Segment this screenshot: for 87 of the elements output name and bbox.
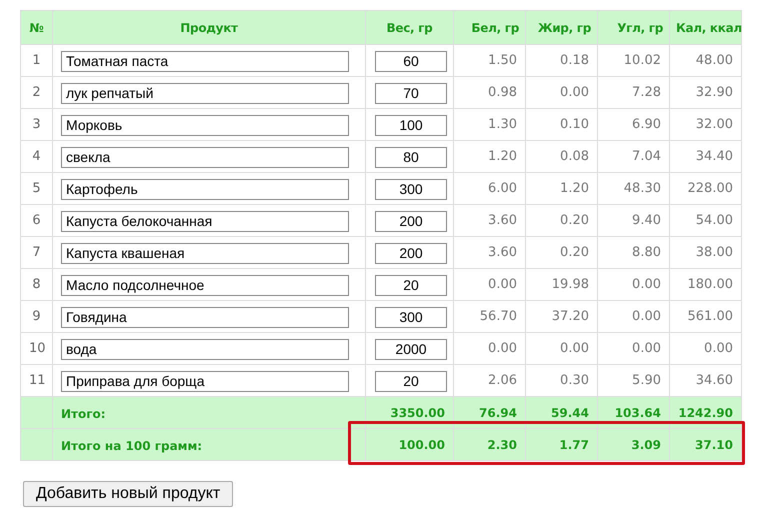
row-number: 4	[20, 140, 52, 172]
product-name-field[interactable]: лук репчатый	[61, 82, 349, 104]
table-cell: 7.28	[598, 76, 670, 108]
product-name-field[interactable]: Масло подсолнечное	[61, 274, 349, 296]
table-cell: 0.20	[526, 236, 598, 268]
column-header: №	[20, 10, 52, 44]
table-cell: 0.00	[454, 332, 526, 364]
add-product-button[interactable]: Добавить новый продукт	[23, 481, 234, 507]
total-cell: 3.09	[598, 428, 670, 460]
table-cell: 32.00	[670, 108, 742, 140]
table-cell: 6.00	[454, 172, 526, 204]
row-number: 2	[20, 76, 52, 108]
table-cell: 0.00	[526, 332, 598, 364]
table-cell: 0.10	[526, 108, 598, 140]
weight-field[interactable]: 300	[375, 178, 447, 200]
total-label: Итого на 100 грамм:	[61, 438, 202, 452]
product-name-field[interactable]: Приправа для борща	[61, 370, 349, 392]
product-name-field[interactable]: Капуста белокочанная	[61, 210, 349, 232]
weight-field[interactable]: 300	[375, 306, 447, 328]
table-cell: 228.00	[670, 172, 742, 204]
table-cell: 1.20	[454, 140, 526, 172]
table-cell: 38.00	[670, 236, 742, 268]
table-cell: 48.30	[598, 172, 670, 204]
total-label: Итого:	[61, 406, 106, 420]
column-header: Угл, гр	[598, 10, 670, 44]
table-cell: 7.04	[598, 140, 670, 172]
total-cell: 100.00	[366, 428, 454, 460]
weight-field[interactable]: 2000	[375, 338, 447, 360]
row-number: 1	[20, 44, 52, 76]
column-header: Вес, гр	[366, 10, 454, 44]
table-cell: 8.80	[598, 236, 670, 268]
table-cell: 180.00	[670, 268, 742, 300]
column-header: Продукт	[52, 10, 366, 44]
table-cell: 0.00	[670, 332, 742, 364]
product-name-field[interactable]: вода	[61, 338, 349, 360]
row-number: 5	[20, 172, 52, 204]
table-cell: 56.70	[454, 300, 526, 332]
weight-field[interactable]: 70	[375, 82, 447, 104]
weight-field[interactable]: 20	[375, 370, 447, 392]
row-number: 8	[20, 268, 52, 300]
total-cell: 2.30	[454, 428, 526, 460]
row-number: 9	[20, 300, 52, 332]
table-cell: 0.18	[526, 44, 598, 76]
table-cell: 0.00	[598, 332, 670, 364]
table-cell: 0.20	[526, 204, 598, 236]
row-number: 3	[20, 108, 52, 140]
table-cell: 3.60	[454, 204, 526, 236]
column-header: Кал, ккал	[670, 10, 742, 44]
table-cell: 54.00	[670, 204, 742, 236]
product-name-field[interactable]: Говядина	[61, 306, 349, 328]
weight-field[interactable]: 80	[375, 146, 447, 168]
table-cell: 37.20	[526, 300, 598, 332]
table-cell: 3.60	[454, 236, 526, 268]
table-cell: 6.90	[598, 108, 670, 140]
table-cell: 9.40	[598, 204, 670, 236]
total-cell: 37.10	[670, 428, 742, 460]
row-number: 7	[20, 236, 52, 268]
table-cell: 1.30	[454, 108, 526, 140]
weight-field[interactable]: 20	[375, 274, 447, 296]
weight-field[interactable]: 60	[375, 50, 447, 72]
table-cell: 48.00	[670, 44, 742, 76]
column-header: Бел, гр	[454, 10, 526, 44]
table-cell: 1.20	[526, 172, 598, 204]
row-number: 6	[20, 204, 52, 236]
product-name-field[interactable]: свекла	[61, 146, 349, 168]
weight-field[interactable]: 200	[375, 210, 447, 232]
product-name-field[interactable]: Томатная паста	[61, 50, 349, 72]
total-cell: 1.77	[526, 428, 598, 460]
table-cell: 34.40	[670, 140, 742, 172]
table-cell: 0.00	[598, 300, 670, 332]
table-cell: 10.02	[598, 44, 670, 76]
table-cell: 0.00	[598, 268, 670, 300]
table-cell: 561.00	[670, 300, 742, 332]
weight-field[interactable]: 200	[375, 242, 447, 264]
table-cell: 0.08	[526, 140, 598, 172]
table-cell: 0.00	[454, 268, 526, 300]
product-name-field[interactable]: Капуста квашеная	[61, 242, 349, 264]
table-cell: 0.00	[526, 76, 598, 108]
row-number: 10	[20, 332, 52, 364]
product-name-field[interactable]: Морковь	[61, 114, 349, 136]
table-cell: 19.98	[526, 268, 598, 300]
table-cell: 0.98	[454, 76, 526, 108]
table-cell: 1.50	[454, 44, 526, 76]
weight-field[interactable]: 100	[375, 114, 447, 136]
product-name-field[interactable]: Картофель	[61, 178, 349, 200]
column-header: Жир, гр	[526, 10, 598, 44]
table-cell: 32.90	[670, 76, 742, 108]
